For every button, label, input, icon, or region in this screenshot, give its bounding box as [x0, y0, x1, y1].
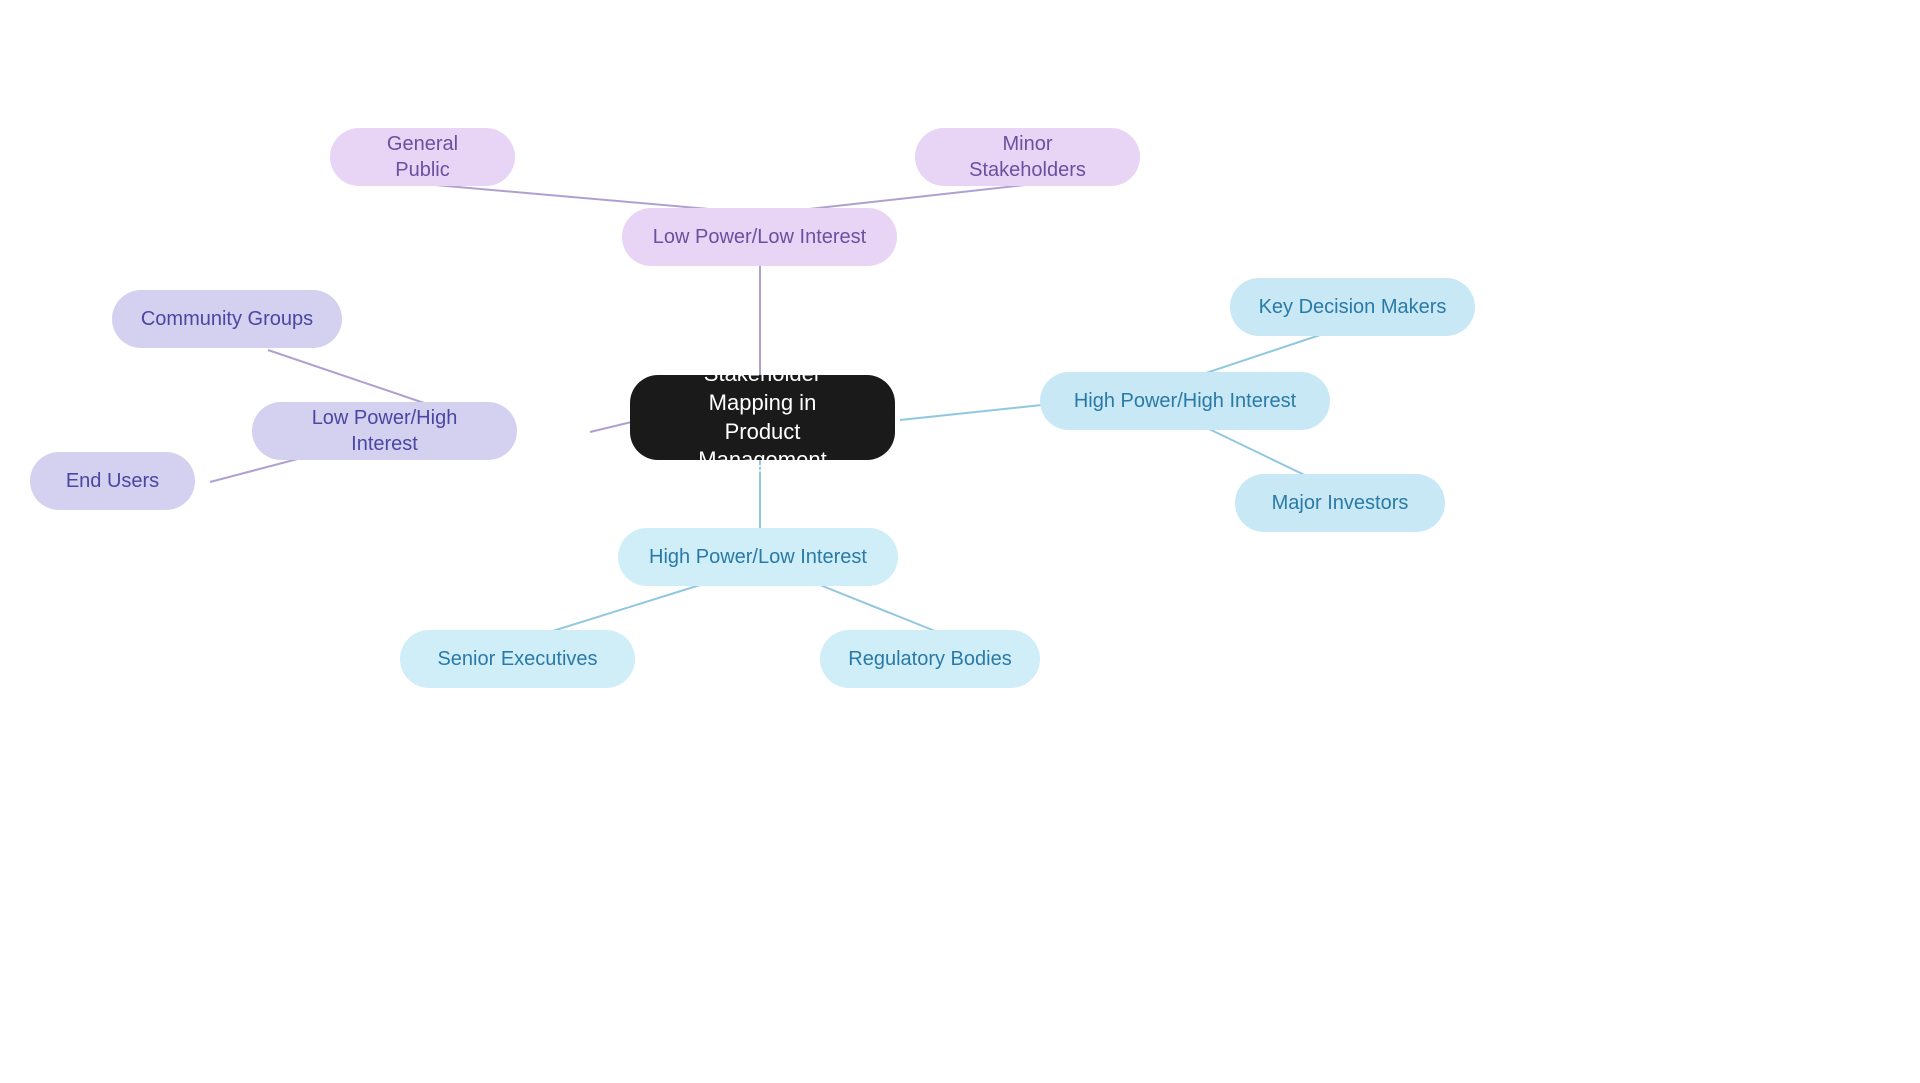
general-public-node: General Public — [330, 128, 515, 186]
regulatory-bodies-node: Regulatory Bodies — [820, 630, 1040, 688]
major-investors-node: Major Investors — [1235, 474, 1445, 532]
center-node: Stakeholder Mapping in Product Managemen… — [630, 375, 895, 460]
low-power-high-interest-node: Low Power/High Interest — [252, 402, 517, 460]
low-power-low-interest-node: Low Power/Low Interest — [622, 208, 897, 266]
high-power-low-interest-node: High Power/Low Interest — [618, 528, 898, 586]
high-power-high-interest-node: High Power/High Interest — [1040, 372, 1330, 430]
minor-stakeholders-node: Minor Stakeholders — [915, 128, 1140, 186]
key-decision-makers-node: Key Decision Makers — [1230, 278, 1475, 336]
end-users-node: End Users — [30, 452, 195, 510]
senior-executives-node: Senior Executives — [400, 630, 635, 688]
community-groups-node: Community Groups — [112, 290, 342, 348]
